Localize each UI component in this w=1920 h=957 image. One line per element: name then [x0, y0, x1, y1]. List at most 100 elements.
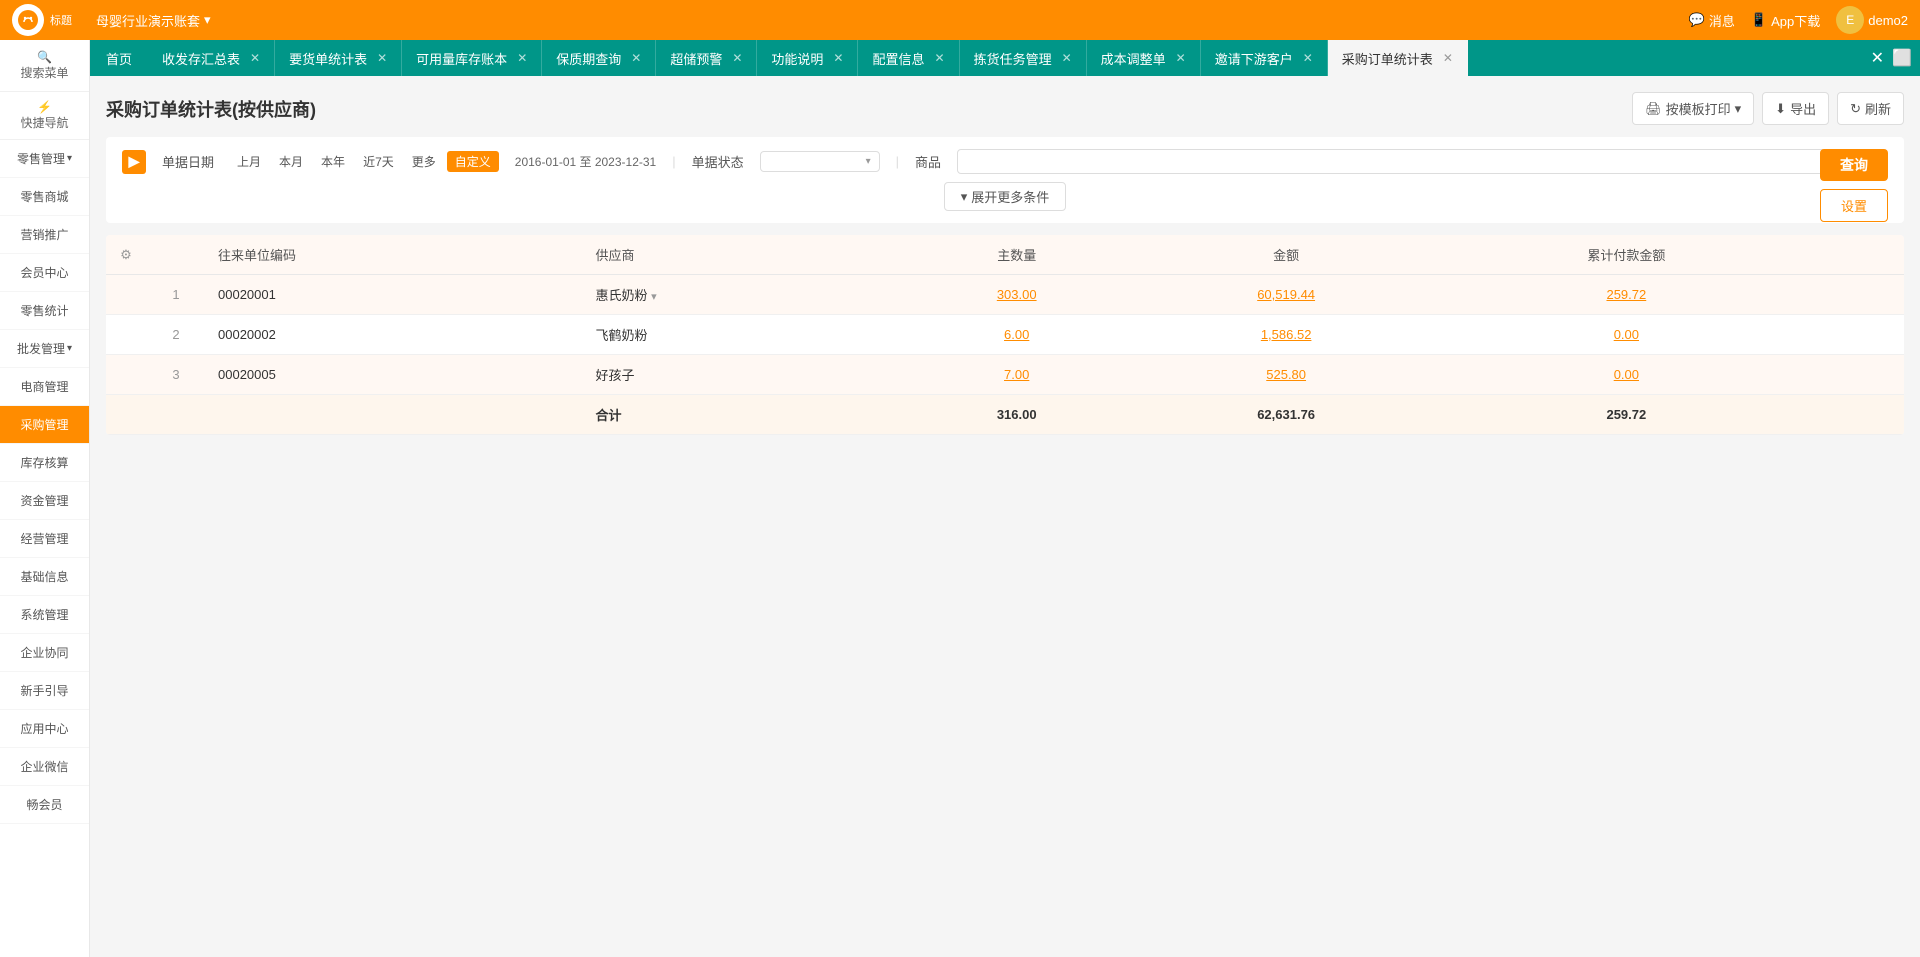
sidebar-item-marketing[interactable]: 营销推广 — [0, 216, 89, 254]
tab-config[interactable]: 配置信息 ✕ — [858, 40, 959, 76]
workspace-selector[interactable]: 母婴行业演示账套 ▾ — [96, 11, 211, 30]
row-settings — [106, 315, 146, 355]
logo-icon — [12, 4, 44, 36]
sidebar-item-retail-management-label: 零售管理 — [17, 150, 65, 167]
quick-icon: ⚡ — [6, 100, 83, 114]
tab-close-icon[interactable]: ✕ — [250, 51, 260, 65]
sidebar-item-wholesale[interactable]: 批发管理 ▾ — [0, 330, 89, 368]
tab-close-icon[interactable]: ✕ — [833, 51, 843, 65]
tab-close-icon[interactable]: ✕ — [517, 51, 527, 65]
page-header: 采购订单统计表(按供应商) 🖨 按模板打印 ▾ ⬇ 导出 ↻ — [106, 92, 1904, 125]
tab-receive-summary[interactable]: 收发存汇总表 ✕ — [148, 40, 275, 76]
tab-home[interactable]: 首页 — [90, 49, 148, 68]
sidebar-item-newguide[interactable]: 新手引导 — [0, 672, 89, 710]
sidebar-item-retail-stats-label: 零售统计 — [6, 302, 83, 319]
table-row[interactable]: 3 00020005 好孩子 7.00 525.80 0.00 — [106, 355, 1904, 395]
sidebar-item-retail-mall-label: 零售商城 — [6, 188, 83, 205]
sidebar-item-membership[interactable]: 会员中心 — [0, 254, 89, 292]
tab-overstock[interactable]: 超储预警 ✕ — [656, 40, 757, 76]
tab-cost-adjust[interactable]: 成本调整单 ✕ — [1087, 40, 1201, 76]
tab-requisition[interactable]: 要货单统计表 ✕ — [275, 40, 402, 76]
shortcut-this-month[interactable]: 本月 — [272, 150, 310, 173]
refresh-button[interactable]: ↻ 刷新 — [1837, 92, 1904, 125]
tab-invite-customer[interactable]: 邀请下游客户 ✕ — [1201, 40, 1328, 76]
sidebar-item-basic-info[interactable]: 基础信息 — [0, 558, 89, 596]
sidebar-item-enterprise[interactable]: 企业协同 — [0, 634, 89, 672]
row-extra — [1815, 355, 1904, 395]
th-supplier: 供应商 — [584, 235, 899, 275]
row-paid: 0.00 — [1438, 315, 1816, 355]
sidebar-item-vip[interactable]: 畅会员 — [0, 786, 89, 824]
sidebar-item-system[interactable]: 系统管理 — [0, 596, 89, 634]
message-label: 消息 — [1709, 11, 1735, 30]
tab-pick-task[interactable]: 拣货任务管理 ✕ — [960, 40, 1087, 76]
app-download-button[interactable]: 📱 App下载 — [1751, 11, 1820, 30]
tab-expiry[interactable]: 保质期查询 ✕ — [542, 40, 656, 76]
sidebar-item-newguide-label: 新手引导 — [6, 682, 83, 699]
sidebar-item-quick[interactable]: ⚡ 快捷导航 — [0, 92, 89, 140]
user-profile-button[interactable]: E demo2 — [1836, 6, 1908, 34]
sidebar-item-operations[interactable]: 经营管理 — [0, 520, 89, 558]
sidebar-item-retail-mall[interactable]: 零售商城 — [0, 178, 89, 216]
tab-feature[interactable]: 功能说明 ✕ — [757, 40, 858, 76]
table-row[interactable]: 2 00020002 飞鹤奶粉 6.00 1,586.52 0.00 — [106, 315, 1904, 355]
separator-2: | — [896, 154, 899, 169]
tab-close-icon[interactable]: ✕ — [1303, 51, 1313, 65]
row-code: 00020001 — [206, 275, 584, 315]
home-tab-label: 首页 — [106, 52, 132, 67]
tab-close-icon-active[interactable]: ✕ — [1443, 51, 1453, 65]
sidebar-item-search[interactable]: 🔍 搜索菜单 — [0, 40, 89, 92]
sidebar-item-membership-label: 会员中心 — [6, 264, 83, 281]
username-label: demo2 — [1868, 13, 1908, 28]
sidebar-item-appcenter[interactable]: 应用中心 — [0, 710, 89, 748]
filter-toggle-button[interactable]: ▶ — [122, 150, 146, 174]
row-supplier: 好孩子 — [584, 355, 899, 395]
sidebar-item-wechat[interactable]: 企业微信 — [0, 748, 89, 786]
table-row[interactable]: 1 00020001 惠氏奶粉 ▾ 303.00 60,519.44 259.7… — [106, 275, 1904, 315]
top-bar: 标题 母婴行业演示账套 ▾ 💬 消息 📱 App下载 E demo2 — [0, 0, 1920, 40]
tab-available-stock[interactable]: 可用量库存账本 ✕ — [402, 40, 542, 76]
row-extra — [1815, 275, 1904, 315]
tab-cost-adjust-label: 成本调整单 — [1101, 49, 1166, 68]
print-arrow-icon: ▾ — [1735, 101, 1742, 117]
sidebar-item-finance[interactable]: 资金管理 — [0, 482, 89, 520]
tab-close-icon[interactable]: ✕ — [1176, 51, 1186, 65]
tab-close-icon[interactable]: ✕ — [732, 51, 742, 65]
app-download-label: App下载 — [1771, 11, 1820, 30]
sidebar-item-ecommerce[interactable]: 电商管理 — [0, 368, 89, 406]
tab-close-icon[interactable]: ✕ — [1062, 51, 1072, 65]
shortcut-last-month[interactable]: 上月 — [230, 150, 268, 173]
sidebar-item-inventory[interactable]: 库存核算 — [0, 444, 89, 482]
th-qty: 主数量 — [899, 235, 1135, 275]
tab-close-icon[interactable]: ✕ — [631, 51, 641, 65]
window-close-icon[interactable]: ✕ — [1871, 48, 1884, 68]
workspace-arrow-icon: ▾ — [204, 12, 211, 28]
logo-text: 标题 — [50, 12, 72, 28]
sidebar-item-enterprise-label: 企业协同 — [6, 644, 83, 661]
tab-purchase-stats[interactable]: 采购订单统计表 ✕ — [1328, 40, 1468, 76]
expand-more-button[interactable]: ▾ 展开更多条件 — [944, 182, 1067, 211]
sidebar-item-wholesale-label: 批发管理 — [17, 340, 65, 357]
sidebar-item-retail-stats[interactable]: 零售统计 — [0, 292, 89, 330]
settings-button[interactable]: 设置 — [1820, 189, 1888, 222]
tab-close-icon[interactable]: ✕ — [377, 51, 387, 65]
shortcut-more[interactable]: 更多 — [405, 150, 443, 173]
print-button[interactable]: 🖨 按模板打印 ▾ — [1632, 92, 1754, 125]
row-supplier: 飞鹤奶粉 — [584, 315, 899, 355]
tab-close-icon[interactable]: ✕ — [935, 51, 945, 65]
row-paid: 0.00 — [1438, 355, 1816, 395]
query-button[interactable]: 查询 — [1820, 149, 1888, 181]
sidebar-item-retail-management[interactable]: 零售管理 ▾ — [0, 140, 89, 178]
window-expand-icon[interactable]: ⬜ — [1892, 48, 1912, 68]
message-button[interactable]: 💬 消息 — [1689, 11, 1735, 30]
sidebar-item-purchase[interactable]: 采购管理 — [0, 406, 89, 444]
shortcut-7days[interactable]: 近7天 — [356, 150, 401, 173]
shortcut-this-year[interactable]: 本年 — [314, 150, 352, 173]
settings-column-icon[interactable]: ⚙ — [120, 247, 132, 262]
custom-date-button[interactable]: 自定义 — [447, 151, 499, 172]
goods-search-input[interactable] — [957, 149, 1856, 174]
export-button[interactable]: ⬇ 导出 — [1762, 92, 1829, 125]
status-select[interactable]: ▾ — [760, 151, 880, 172]
sidebar: 🔍 搜索菜单 ⚡ 快捷导航 零售管理 ▾ 零售商城 营销推广 会员中心 — [0, 40, 90, 957]
print-label: 按模板打印 — [1666, 99, 1731, 118]
